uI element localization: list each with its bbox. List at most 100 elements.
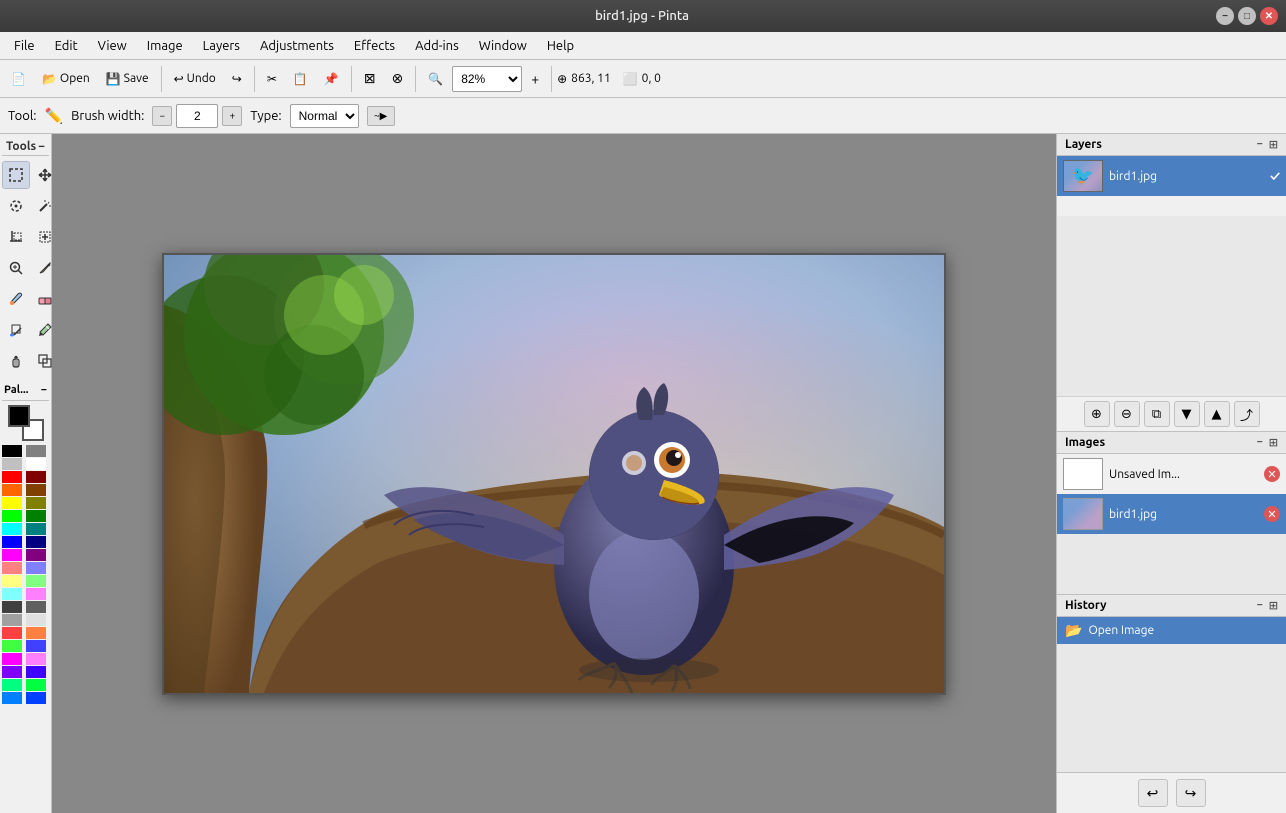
palette-color[interactable]	[26, 601, 46, 613]
duplicate-layer-btn[interactable]: ⧉	[1144, 401, 1170, 427]
brush-width-decrease[interactable]: −	[152, 106, 172, 126]
lasso-tool[interactable]	[2, 192, 30, 220]
palette-color[interactable]	[26, 458, 46, 470]
palette-color[interactable]	[26, 614, 46, 626]
zoom-out-button[interactable]: 🔍	[421, 68, 450, 90]
fill-tool[interactable]	[2, 316, 30, 344]
palette-color[interactable]	[2, 562, 22, 574]
brush-width-input[interactable]	[176, 104, 218, 128]
close-button[interactable]: ✕	[1260, 7, 1278, 25]
history-collapse-btn[interactable]: −	[1257, 599, 1263, 612]
menu-item-image[interactable]: Image	[137, 35, 193, 57]
palette-color[interactable]	[2, 484, 22, 496]
palette-color[interactable]	[2, 601, 22, 613]
toolbox-collapse[interactable]: −	[38, 140, 45, 153]
save-button[interactable]: 💾 Save	[99, 68, 156, 90]
palette-color[interactable]	[2, 653, 22, 665]
history-redo-btn[interactable]: ↪	[1176, 779, 1206, 807]
palette-color[interactable]	[26, 575, 46, 587]
palette-color[interactable]	[2, 549, 22, 561]
paintbrush-tool[interactable]	[2, 285, 30, 313]
history-item-open-image[interactable]: 📂 Open Image	[1057, 617, 1286, 644]
images-collapse-btn[interactable]: −	[1257, 436, 1263, 449]
palette-color[interactable]	[26, 523, 46, 535]
type-select[interactable]: Normal Pixel	[290, 104, 359, 128]
palette-color[interactable]	[2, 640, 22, 652]
image-item-unsaved[interactable]: Unsaved Im... ✕	[1057, 454, 1286, 494]
palette-color[interactable]	[26, 497, 46, 509]
crop-tool[interactable]	[2, 223, 30, 251]
palette-collapse[interactable]: −	[41, 384, 47, 396]
cut-button[interactable]: ✂	[260, 68, 284, 90]
menu-item-layers[interactable]: Layers	[193, 35, 250, 57]
layer-properties-btn[interactable]: ⤴	[1234, 401, 1260, 427]
crop-button[interactable]: ⊠	[357, 66, 383, 91]
rectangle-select-tool[interactable]	[2, 161, 30, 189]
copy-button[interactable]: 📋	[286, 68, 315, 90]
move-layer-down-btn[interactable]: ▼	[1174, 401, 1200, 427]
palette-color[interactable]	[26, 549, 46, 561]
brush-width-increase[interactable]: +	[222, 106, 242, 126]
palette-color[interactable]	[26, 471, 46, 483]
menu-item-file[interactable]: File	[4, 35, 45, 57]
palette-color[interactable]	[2, 588, 22, 600]
palette-color[interactable]	[26, 536, 46, 548]
palette-color[interactable]	[26, 562, 46, 574]
palette-color[interactable]	[2, 679, 22, 691]
layer-visible-check[interactable]: ✓	[1270, 168, 1280, 184]
palette-color[interactable]	[26, 640, 46, 652]
image-item-bird1[interactable]: bird1.jpg ✕	[1057, 494, 1286, 534]
palette-color[interactable]	[26, 627, 46, 639]
new-button[interactable]: 📄	[4, 68, 33, 90]
palette-color[interactable]	[2, 536, 22, 548]
history-undo-btn[interactable]: ↩	[1138, 779, 1168, 807]
palette-color[interactable]	[2, 445, 22, 457]
move-layer-up-btn[interactable]: ▲	[1204, 401, 1230, 427]
palette-color[interactable]	[26, 445, 46, 457]
maximize-button[interactable]: □	[1238, 7, 1256, 25]
layers-collapse-btn[interactable]: −	[1257, 138, 1263, 151]
history-pin-btn[interactable]: ⊞	[1269, 599, 1278, 612]
palette-color[interactable]	[2, 458, 22, 470]
layer-item[interactable]: bird1.jpg ✓	[1057, 156, 1286, 196]
menu-item-view[interactable]: View	[88, 35, 137, 57]
menu-item-add-ins[interactable]: Add-ins	[405, 35, 469, 57]
undo-button[interactable]: ↩ Undo	[167, 68, 223, 90]
palette-color[interactable]	[2, 575, 22, 587]
palette-color[interactable]	[2, 497, 22, 509]
palette-color[interactable]	[26, 666, 46, 678]
pan-tool[interactable]	[2, 347, 30, 375]
menu-item-window[interactable]: Window	[469, 35, 537, 57]
paste-button[interactable]: 📌	[317, 68, 346, 90]
zoom-tool[interactable]	[2, 254, 30, 282]
image-close-unsaved[interactable]: ✕	[1264, 466, 1280, 482]
foreground-color-swatch[interactable]	[8, 405, 30, 427]
zoom-select[interactable]: 82% 100% 50% 25%	[452, 66, 522, 92]
palette-color[interactable]	[26, 510, 46, 522]
canvas-area[interactable]	[52, 134, 1056, 813]
palette-color[interactable]	[2, 666, 22, 678]
menu-item-edit[interactable]: Edit	[45, 35, 88, 57]
menu-item-adjustments[interactable]: Adjustments	[250, 35, 344, 57]
open-button[interactable]: 📂 Open	[35, 68, 97, 90]
minimize-button[interactable]: −	[1216, 7, 1234, 25]
brush-shape-btn[interactable]: ~▶	[367, 106, 395, 126]
palette-color[interactable]	[2, 692, 22, 704]
palette-color[interactable]	[26, 692, 46, 704]
resize-button[interactable]: ⊗	[385, 66, 411, 91]
palette-color[interactable]	[26, 588, 46, 600]
add-layer-btn[interactable]: ⊕	[1084, 401, 1110, 427]
palette-color[interactable]	[26, 653, 46, 665]
images-pin-btn[interactable]: ⊞	[1269, 436, 1278, 449]
palette-color[interactable]	[2, 471, 22, 483]
remove-layer-btn[interactable]: ⊖	[1114, 401, 1140, 427]
palette-color[interactable]	[26, 484, 46, 496]
palette-color[interactable]	[2, 627, 22, 639]
zoom-in-button[interactable]: +	[524, 67, 546, 91]
image-close-bird1[interactable]: ✕	[1264, 506, 1280, 522]
palette-color[interactable]	[2, 523, 22, 535]
redo-button[interactable]: ↪	[225, 68, 249, 90]
menu-item-help[interactable]: Help	[537, 35, 584, 57]
menu-item-effects[interactable]: Effects	[344, 35, 405, 57]
palette-color[interactable]	[26, 679, 46, 691]
